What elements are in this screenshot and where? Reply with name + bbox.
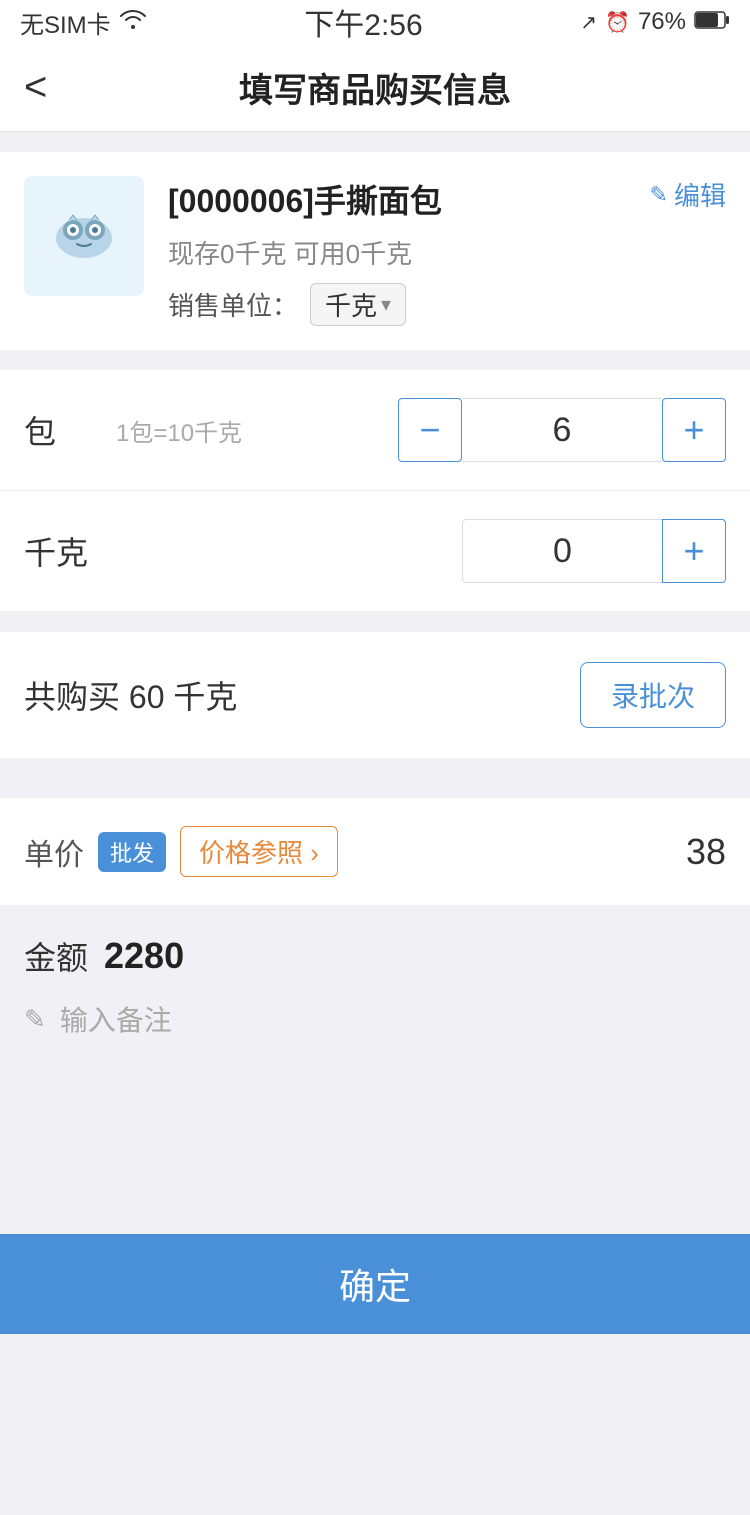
confirm-button[interactable]: 确定 bbox=[0, 1234, 750, 1334]
batch-button[interactable]: 录批次 bbox=[580, 662, 726, 728]
product-logo-icon bbox=[49, 200, 119, 272]
status-bar-right: ↗ ⏰ 76% bbox=[580, 8, 730, 36]
amount-value: 2280 bbox=[104, 935, 184, 977]
edit-button[interactable]: ✎ 编辑 bbox=[650, 176, 726, 213]
kilogram-plus-button[interactable]: + bbox=[662, 519, 726, 583]
carrier-label: 无SIM卡 bbox=[20, 5, 111, 40]
product-card: [0000006]手撕面包 现存0千克 可用0千克 销售单位： 千克 ▾ ✎ 编… bbox=[0, 152, 750, 350]
package-plus-button[interactable]: + bbox=[662, 398, 726, 462]
nav-bar: < 填写商品购买信息 bbox=[0, 44, 750, 132]
unit-selector[interactable]: 千克 ▾ bbox=[310, 283, 406, 326]
batch-tag: 批发 bbox=[98, 832, 166, 872]
battery-percent: 76% bbox=[638, 8, 686, 36]
edit-label: 编辑 bbox=[674, 176, 726, 213]
amount-section: 金额 2280 ✎ 输入备注 bbox=[0, 905, 750, 1055]
unit-dropdown-icon: ▾ bbox=[381, 292, 391, 317]
summary-text: 共购买 60 千克 bbox=[24, 672, 237, 718]
price-ref-button[interactable]: 价格参照 › bbox=[180, 826, 338, 877]
kilogram-controls: + bbox=[462, 519, 726, 583]
product-info: [0000006]手撕面包 现存0千克 可用0千克 销售单位： 千克 ▾ bbox=[168, 176, 726, 326]
unit-label: 销售单位： bbox=[168, 286, 298, 323]
amount-row: 金额 2280 bbox=[24, 933, 726, 979]
divider-1 bbox=[0, 758, 750, 778]
unit-value: 千克 bbox=[325, 286, 377, 323]
product-name: [0000006]手撕面包 bbox=[168, 176, 726, 222]
status-bar-left: 无SIM卡 bbox=[20, 5, 147, 40]
kilogram-row: 千克 + bbox=[0, 491, 750, 612]
price-value: 38 bbox=[686, 831, 726, 873]
remark-row[interactable]: ✎ 输入备注 bbox=[24, 999, 726, 1039]
quantity-section: 包 1包=10千克 − + 千克 + bbox=[0, 370, 750, 612]
alarm-icon: ⏰ bbox=[605, 10, 630, 35]
location-icon: ↗ bbox=[580, 10, 597, 35]
summary-row: 共购买 60 千克 录批次 bbox=[0, 632, 750, 758]
price-row: 单价 批发 价格参照 › 38 bbox=[24, 826, 726, 877]
price-section: 单价 批发 价格参照 › 38 bbox=[0, 798, 750, 905]
package-row: 包 1包=10千克 − + bbox=[0, 370, 750, 491]
product-stock: 现存0千克 可用0千克 bbox=[168, 234, 726, 271]
status-bar-time: 下午2:56 bbox=[304, 0, 422, 44]
package-minus-button[interactable]: − bbox=[398, 398, 462, 462]
price-left: 单价 批发 价格参照 › bbox=[24, 826, 338, 877]
amount-label: 金额 bbox=[24, 933, 88, 979]
product-image bbox=[24, 176, 144, 296]
package-hint: 1包=10千克 bbox=[116, 413, 398, 448]
package-controls: − + bbox=[398, 398, 726, 462]
status-bar: 无SIM卡 下午2:56 ↗ ⏰ 76% bbox=[0, 0, 750, 44]
product-unit-row: 销售单位： 千克 ▾ bbox=[168, 283, 726, 326]
kilogram-input[interactable] bbox=[462, 519, 662, 583]
package-input[interactable] bbox=[462, 398, 662, 462]
remark-placeholder: 输入备注 bbox=[60, 999, 172, 1039]
pencil-icon: ✎ bbox=[24, 1004, 46, 1035]
price-label: 单价 bbox=[24, 830, 84, 874]
kilogram-label: 千克 bbox=[24, 528, 104, 574]
edit-icon: ✎ bbox=[650, 182, 668, 208]
package-label: 包 bbox=[24, 407, 104, 453]
battery-icon bbox=[694, 8, 730, 36]
page-title: 填写商品购买信息 bbox=[239, 63, 511, 112]
back-button[interactable]: < bbox=[24, 65, 47, 110]
wifi-icon bbox=[119, 8, 147, 36]
